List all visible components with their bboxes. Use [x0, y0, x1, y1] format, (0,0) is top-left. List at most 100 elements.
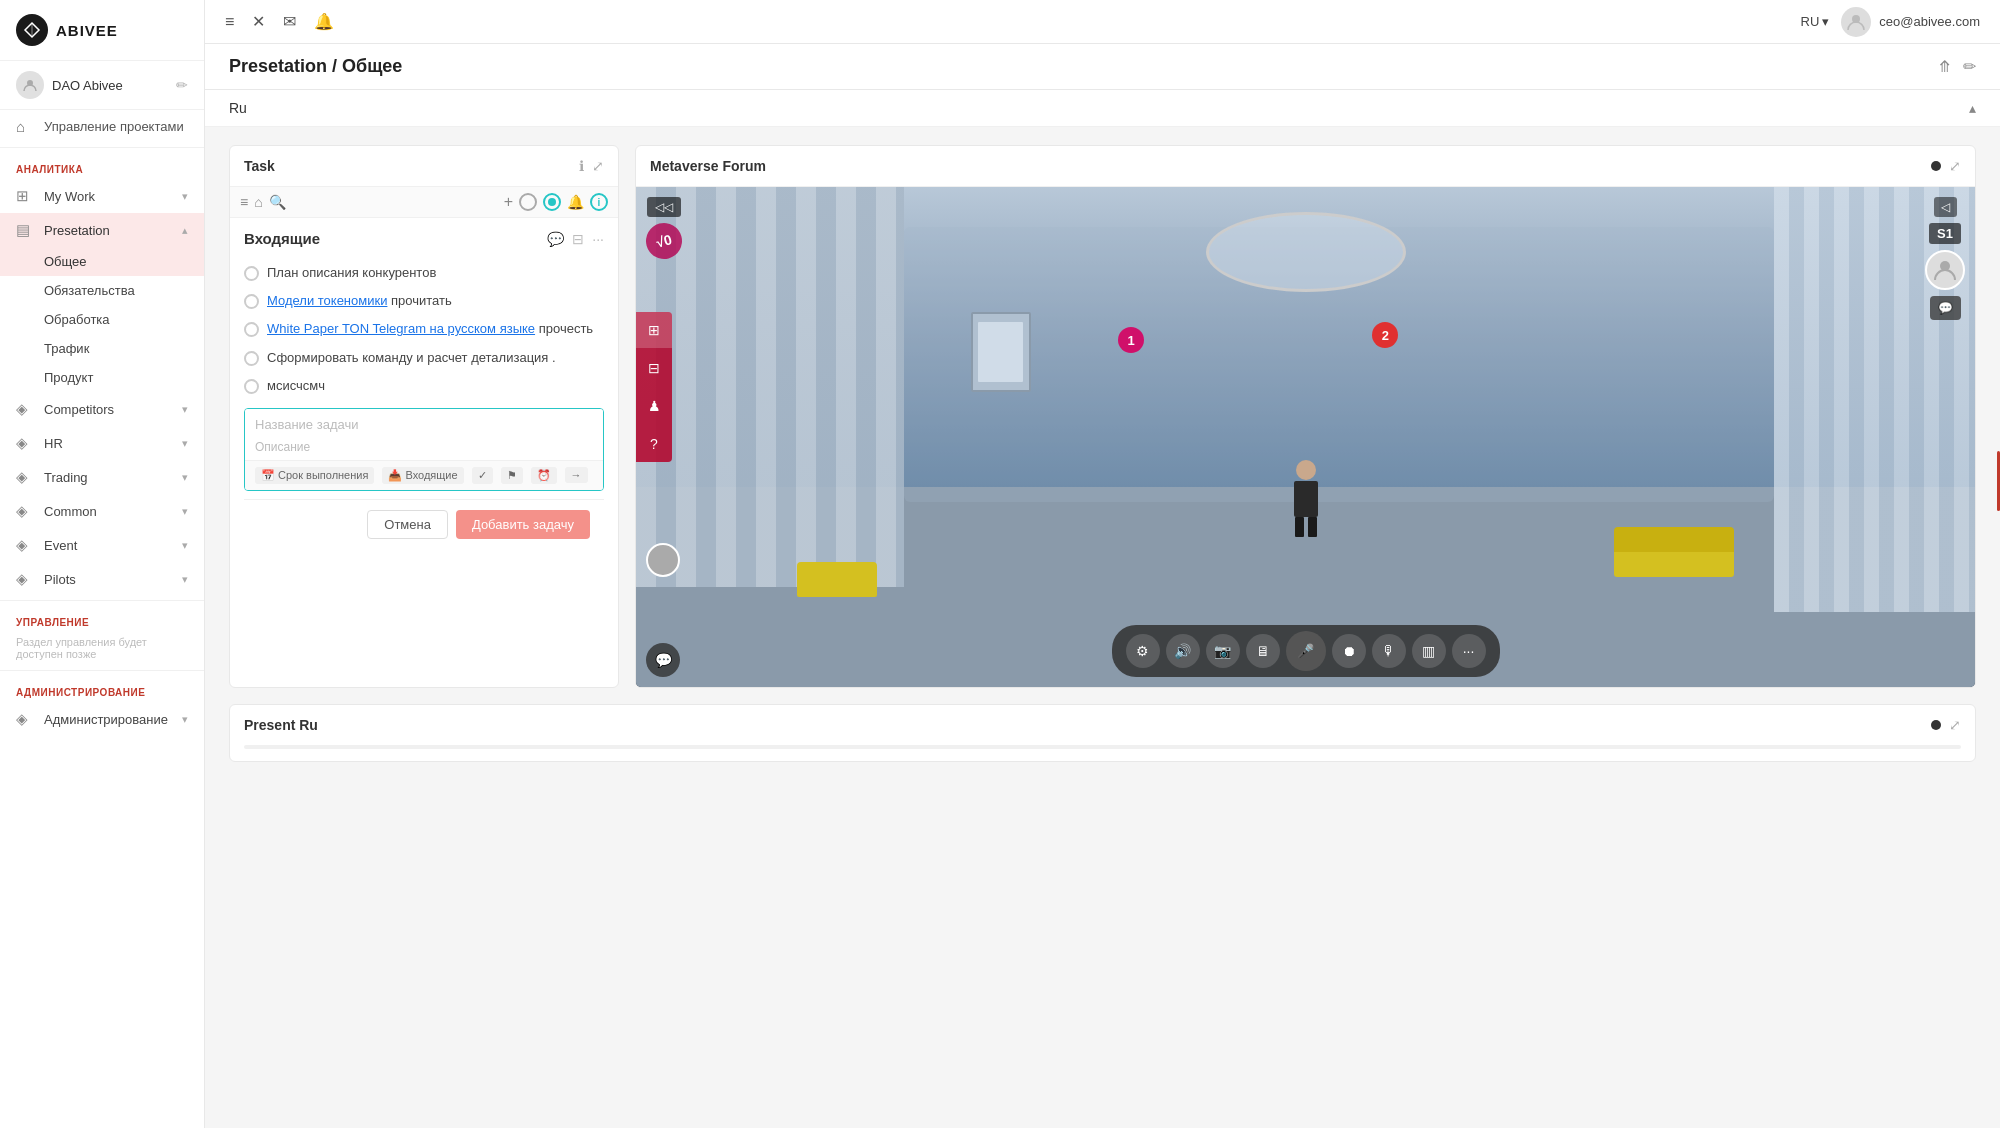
mv-message-button[interactable]: 💬	[1930, 296, 1961, 320]
sidebar-item-trading[interactable]: ◈ Trading ▾	[0, 460, 204, 494]
hamburger-icon[interactable]: ≡	[225, 13, 234, 31]
flag-tag[interactable]: ⚑	[501, 467, 523, 484]
lang-selector[interactable]: RU ▾	[1801, 14, 1830, 29]
mv-chat-button[interactable]: 💬	[646, 643, 680, 677]
mv-settings-button[interactable]: ⚙	[1126, 634, 1160, 668]
my-work-chevron: ▾	[182, 190, 188, 203]
info-panel-icon[interactable]: ℹ	[579, 158, 584, 174]
search-input[interactable]	[292, 195, 498, 210]
mv-more-button[interactable]: ···	[1452, 634, 1486, 668]
mv-collapse-button[interactable]: ◁	[1934, 197, 1957, 217]
user-info[interactable]: ceo@abivee.com	[1841, 7, 1980, 37]
metaverse-scene: 1 2	[636, 187, 1975, 687]
edit-icon[interactable]: ✏	[176, 77, 188, 93]
sidebar-item-admin[interactable]: ◈ Администрирование ▾	[0, 702, 204, 736]
mail-icon[interactable]: ✉	[283, 12, 296, 31]
main-area: ≡ ✕ ✉ 🔔 RU ▾ ceo@abivee.com Presetation …	[205, 0, 2000, 1128]
sidebar-item-my-work[interactable]: ⊞ My Work ▾	[0, 179, 204, 213]
close-icon[interactable]: ✕	[252, 12, 265, 31]
filter-icon[interactable]: ⊟	[572, 231, 584, 247]
cancel-button[interactable]: Отмена	[367, 510, 448, 539]
task-checkbox[interactable]	[244, 294, 259, 309]
menu-icon[interactable]: ≡	[240, 194, 248, 210]
inbox-icons: 💬 ⊟ ···	[547, 231, 604, 247]
task-item: Сформировать команду и расчет детализаци…	[244, 344, 604, 372]
sidebar-item-presetation[interactable]: ▤ Presetation ▴	[0, 213, 204, 247]
sidebar-item-hr[interactable]: ◈ HR ▾	[0, 426, 204, 460]
mv-person-button[interactable]: ♟	[636, 388, 672, 424]
sidebar-sub-obrabotka[interactable]: Обработка	[0, 305, 204, 334]
more-icon[interactable]: ···	[592, 231, 604, 247]
add-task-button[interactable]: Добавить задачу	[456, 510, 590, 539]
task-item: White Paper TON Telegram на русском язык…	[244, 315, 604, 343]
status-circle-icon[interactable]	[519, 193, 537, 211]
ru-collapse-icon[interactable]: ▴	[1969, 100, 1976, 116]
clock-tag[interactable]: ⏰	[531, 467, 557, 484]
logo-area: ABIVEE	[0, 0, 204, 61]
sidebar-item-project-management[interactable]: ⌂ Управление проектами	[0, 110, 204, 143]
add-task-form: Описание 📅 Срок выполнения 📥 Входящие ✓	[244, 408, 604, 491]
present-expand-icon[interactable]: ⤢	[1949, 717, 1961, 733]
scene-chandelier	[1206, 212, 1406, 292]
task-checkbox[interactable]	[244, 266, 259, 281]
sidebar-item-event[interactable]: ◈ Event ▾	[0, 528, 204, 562]
mv-mic2-button[interactable]: 🎙	[1372, 634, 1406, 668]
task-desc-placeholder: Описание	[245, 440, 603, 460]
task-name-input[interactable]	[245, 409, 603, 440]
mv-grid-button[interactable]: ⊞	[636, 312, 672, 348]
mv-top-left-controls: ◁◁ √0	[646, 197, 682, 259]
hr-label: HR	[44, 436, 172, 451]
upravlenie-note: Раздел управления будет доступен позже	[0, 632, 204, 666]
mv-mic-mute-button[interactable]: 🎤	[1286, 631, 1326, 671]
sidebar-sub-obshee[interactable]: Общее	[0, 247, 204, 276]
sidebar-item-competitors[interactable]: ◈ Competitors ▾	[0, 392, 204, 426]
logo-text: ABIVEE	[56, 22, 118, 39]
sidebar-sub-trafik[interactable]: Трафик	[0, 334, 204, 363]
task-link-2[interactable]: White Paper TON Telegram на русском язык…	[267, 321, 535, 336]
search-icon[interactable]: 🔍	[269, 194, 286, 210]
presetation-subnav: Общее Обязательства Обработка Трафик Про…	[0, 247, 204, 392]
bell-icon[interactable]: 🔔	[314, 12, 334, 31]
task-checkbox[interactable]	[244, 351, 259, 366]
edit-page-icon[interactable]: ✏	[1963, 57, 1976, 76]
presetation-chevron: ▴	[182, 224, 188, 237]
mv-camera-button[interactable]: 📷	[1206, 634, 1240, 668]
inbox-meta-label: Входящие	[405, 469, 457, 481]
home-icon: ⌂	[16, 118, 34, 135]
mv-panel-button[interactable]: ▥	[1412, 634, 1446, 668]
mv-volume-button[interactable]: 🔊	[1166, 634, 1200, 668]
inbox-meta-icon: 📥	[388, 469, 402, 482]
scene-screen	[971, 312, 1031, 392]
dao-row: DAO Abivee ✏	[0, 61, 204, 110]
hr-icon: ◈	[16, 434, 34, 452]
event-chevron: ▾	[182, 539, 188, 552]
sidebar-sub-produkt[interactable]: Продукт	[0, 363, 204, 392]
add-task-toolbar-icon[interactable]: +	[504, 193, 513, 211]
metaverse-viewport[interactable]: 1 2 ◁◁ √0 ◁ S1	[636, 187, 1975, 687]
page-header-actions: ⤊ ✏	[1938, 57, 1976, 76]
task-checkbox[interactable]	[244, 379, 259, 394]
task-link[interactable]: Модели токеномики	[267, 293, 387, 308]
sidebar-item-common[interactable]: ◈ Common ▾	[0, 494, 204, 528]
mv-record-button[interactable]: ⏺	[1332, 634, 1366, 668]
task-checkbox[interactable]	[244, 322, 259, 337]
sidebar-item-pilots[interactable]: ◈ Pilots ▾	[0, 562, 204, 596]
mv-list-button[interactable]: ⊟	[636, 350, 672, 386]
arrow-tag[interactable]: →	[565, 467, 588, 483]
status-teal-icon[interactable]	[543, 193, 561, 211]
expand-panel-icon[interactable]: ⤢	[592, 158, 604, 174]
comment-icon[interactable]: 💬	[547, 231, 564, 247]
metaverse-expand-icon[interactable]: ⤢	[1949, 158, 1961, 174]
home-toolbar-icon[interactable]: ⌂	[254, 194, 262, 210]
admin-chevron: ▾	[182, 713, 188, 726]
collapse-up-icon[interactable]: ⤊	[1938, 57, 1951, 76]
mv-screen-button[interactable]: 🖥	[1246, 634, 1280, 668]
check-tag[interactable]: ✓	[472, 467, 493, 484]
bell-toolbar-icon[interactable]: 🔔	[567, 194, 584, 210]
inbox-tag[interactable]: 📥 Входящие	[382, 467, 463, 484]
info-circle-icon[interactable]: i	[590, 193, 608, 211]
sidebar-sub-obyazatelstva[interactable]: Обязательства	[0, 276, 204, 305]
mv-help-button[interactable]: ?	[636, 426, 672, 462]
deadline-tag[interactable]: 📅 Срок выполнения	[255, 467, 374, 484]
mv-back-button[interactable]: ◁◁	[647, 197, 681, 217]
